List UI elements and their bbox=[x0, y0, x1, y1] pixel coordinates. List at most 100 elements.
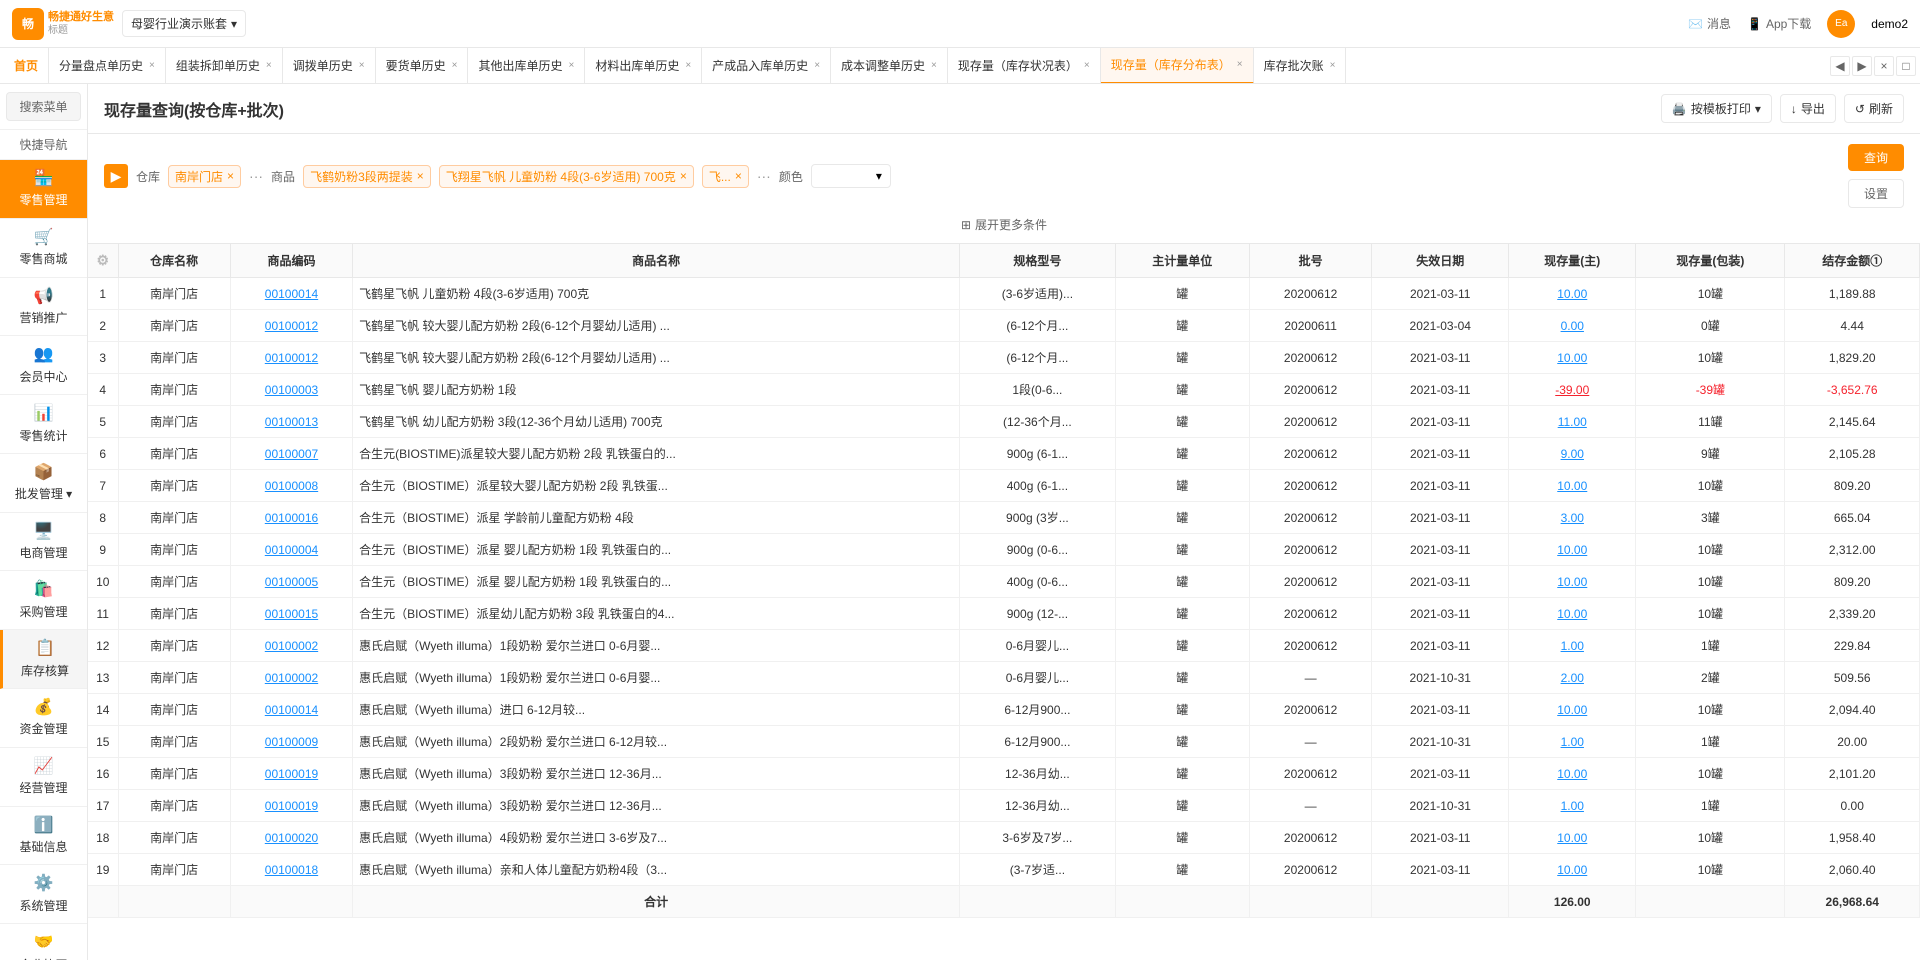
sidebar-item-ecommerce[interactable]: 🖥️ 电商管理 bbox=[0, 513, 87, 572]
expand-filter-btn[interactable]: ⊞ 展开更多条件 bbox=[104, 216, 1904, 233]
table-cell[interactable]: 1.00 bbox=[1509, 630, 1636, 662]
table-cell[interactable]: 00100012 bbox=[230, 342, 352, 374]
tab-close-2[interactable]: × bbox=[266, 60, 272, 71]
tab-4[interactable]: 要货单历史 × bbox=[376, 48, 469, 84]
sidebar-item-retail-stats[interactable]: 📊 零售统计 bbox=[0, 395, 87, 454]
tab-close-7[interactable]: × bbox=[814, 60, 820, 71]
refresh-btn[interactable]: ↺ 刷新 bbox=[1844, 94, 1904, 123]
warehouse-tag-close[interactable]: × bbox=[227, 169, 234, 183]
search-menu-btn[interactable]: 搜索菜单 bbox=[6, 92, 81, 121]
query-btn[interactable]: 查询 bbox=[1848, 144, 1904, 171]
tab-8[interactable]: 成本调整单历史 × bbox=[831, 48, 948, 84]
sidebar-item-retail-mall[interactable]: 🛒 零售商城 bbox=[0, 219, 87, 278]
table-cell[interactable]: 9.00 bbox=[1509, 438, 1636, 470]
table-cell[interactable]: 3.00 bbox=[1509, 502, 1636, 534]
table-cell[interactable]: 10.00 bbox=[1509, 342, 1636, 374]
setting-btn[interactable]: 设置 bbox=[1848, 179, 1904, 208]
goods-tag-3-close[interactable]: × bbox=[735, 169, 742, 183]
tab-close-11[interactable]: × bbox=[1330, 60, 1336, 71]
tab-3[interactable]: 调拨单历史 × bbox=[283, 48, 376, 84]
sidebar-item-system[interactable]: ⚙️ 系统管理 bbox=[0, 865, 87, 924]
table-cell[interactable]: 2.00 bbox=[1509, 662, 1636, 694]
color-select[interactable]: ▾ bbox=[811, 164, 891, 188]
sidebar-item-wholesale[interactable]: 📦 批发管理 ▾ bbox=[0, 454, 87, 513]
tab-close-all-btn[interactable]: × bbox=[1874, 56, 1894, 76]
table-cell[interactable]: 00100014 bbox=[230, 694, 352, 726]
tab-maximize-btn[interactable]: □ bbox=[1896, 56, 1916, 76]
tab-home[interactable]: 首页 bbox=[4, 48, 49, 84]
table-cell[interactable]: 00100008 bbox=[230, 470, 352, 502]
sidebar-item-member[interactable]: 👥 会员中心 bbox=[0, 336, 87, 395]
table-cell[interactable]: 00100009 bbox=[230, 726, 352, 758]
table-cell[interactable]: 00100003 bbox=[230, 374, 352, 406]
tab-close-1[interactable]: × bbox=[149, 60, 155, 71]
table-cell[interactable]: 00100013 bbox=[230, 406, 352, 438]
quick-nav-btn[interactable]: 快捷导航 bbox=[0, 130, 87, 160]
tab-5[interactable]: 其他出库单历史 × bbox=[468, 48, 585, 84]
goods-tag-2-close[interactable]: × bbox=[680, 169, 687, 183]
table-cell[interactable]: 00100002 bbox=[230, 630, 352, 662]
tab-close-3[interactable]: × bbox=[359, 60, 365, 71]
export-btn[interactable]: ↓ 导出 bbox=[1780, 94, 1836, 123]
filter-collapse-btn[interactable]: ▶ bbox=[104, 164, 128, 188]
table-cell[interactable]: 10.00 bbox=[1509, 598, 1636, 630]
table-cell[interactable]: 10.00 bbox=[1509, 470, 1636, 502]
message-btn[interactable]: ✉️ 消息 bbox=[1688, 15, 1731, 32]
sidebar-item-purchase[interactable]: 🛍️ 采购管理 bbox=[0, 571, 87, 630]
table-cell[interactable]: 10.00 bbox=[1509, 694, 1636, 726]
table-cell[interactable]: 10.00 bbox=[1509, 278, 1636, 310]
table-cell[interactable]: 00100014 bbox=[230, 278, 352, 310]
tab-next-btn[interactable]: ▶ bbox=[1852, 56, 1872, 76]
sidebar-item-finance[interactable]: 💰 资金管理 bbox=[0, 689, 87, 748]
tab-11[interactable]: 库存批次账 × bbox=[1254, 48, 1347, 84]
table-cell[interactable]: 0.00 bbox=[1509, 310, 1636, 342]
table-cell[interactable]: -39.00 bbox=[1509, 374, 1636, 406]
app-download-btn[interactable]: 📱 App下载 bbox=[1747, 15, 1811, 32]
tab-close-9[interactable]: × bbox=[1084, 60, 1090, 71]
table-cell[interactable]: 00100007 bbox=[230, 438, 352, 470]
table-cell[interactable]: 00100004 bbox=[230, 534, 352, 566]
tab-9[interactable]: 现存量（库存状况表） × bbox=[948, 48, 1101, 84]
goods-tag-1-close[interactable]: × bbox=[417, 169, 424, 183]
tab-close-10[interactable]: × bbox=[1237, 59, 1243, 70]
table-cell[interactable]: 00100020 bbox=[230, 822, 352, 854]
table-cell[interactable]: 10.00 bbox=[1509, 566, 1636, 598]
table-cell[interactable]: 00100016 bbox=[230, 502, 352, 534]
tab-close-8[interactable]: × bbox=[931, 60, 937, 71]
table-cell[interactable]: 00100019 bbox=[230, 758, 352, 790]
sidebar-item-collab[interactable]: 🤝 企业协同 bbox=[0, 924, 87, 960]
tab-1[interactable]: 分量盘点单历史 × bbox=[49, 48, 166, 84]
tab-close-5[interactable]: × bbox=[568, 60, 574, 71]
table-cell[interactable]: 11.00 bbox=[1509, 406, 1636, 438]
col-settings[interactable]: ⚙ bbox=[88, 244, 118, 278]
org-selector[interactable]: 母婴行业演示账套 ▾ bbox=[122, 10, 246, 37]
table-cell[interactable]: 10.00 bbox=[1509, 758, 1636, 790]
table-cell[interactable]: 00100005 bbox=[230, 566, 352, 598]
template-print-btn[interactable]: 🖨️ 按模板打印 ▾ bbox=[1661, 94, 1772, 123]
table-cell[interactable]: 00100018 bbox=[230, 854, 352, 886]
sidebar-item-inventory[interactable]: 📋 库存核算 bbox=[0, 630, 87, 689]
tab-close-6[interactable]: × bbox=[685, 60, 691, 71]
table-cell[interactable]: 10.00 bbox=[1509, 822, 1636, 854]
warehouse-more[interactable]: ··· bbox=[249, 168, 263, 184]
table-cell[interactable]: 1.00 bbox=[1509, 726, 1636, 758]
table-cell[interactable]: 1.00 bbox=[1509, 790, 1636, 822]
table-cell[interactable]: 00100002 bbox=[230, 662, 352, 694]
tab-10[interactable]: 现存量（库存分布表） × bbox=[1101, 48, 1254, 84]
table-cell[interactable]: 10.00 bbox=[1509, 854, 1636, 886]
tab-6[interactable]: 材料出库单历史 × bbox=[585, 48, 702, 84]
sidebar-item-basic-info[interactable]: ℹ️ 基础信息 bbox=[0, 807, 87, 866]
goods-more[interactable]: ··· bbox=[757, 168, 771, 184]
sidebar-item-retail-mgmt[interactable]: 🏪 零售管理 bbox=[0, 160, 87, 219]
table-cell[interactable]: 10.00 bbox=[1509, 534, 1636, 566]
tab-2[interactable]: 组装拆卸单历史 × bbox=[166, 48, 283, 84]
table-cell[interactable]: 00100012 bbox=[230, 310, 352, 342]
table-cell[interactable]: 00100019 bbox=[230, 790, 352, 822]
table-cell[interactable]: 00100015 bbox=[230, 598, 352, 630]
sidebar-item-marketing[interactable]: 📢 营销推广 bbox=[0, 278, 87, 337]
tab-prev-btn[interactable]: ◀ bbox=[1830, 56, 1850, 76]
tab-close-4[interactable]: × bbox=[452, 60, 458, 71]
tab-7[interactable]: 产成品入库单历史 × bbox=[702, 48, 831, 84]
sidebar-item-biz-mgmt[interactable]: 📈 经营管理 bbox=[0, 748, 87, 807]
avatar[interactable]: Ea bbox=[1827, 10, 1855, 38]
